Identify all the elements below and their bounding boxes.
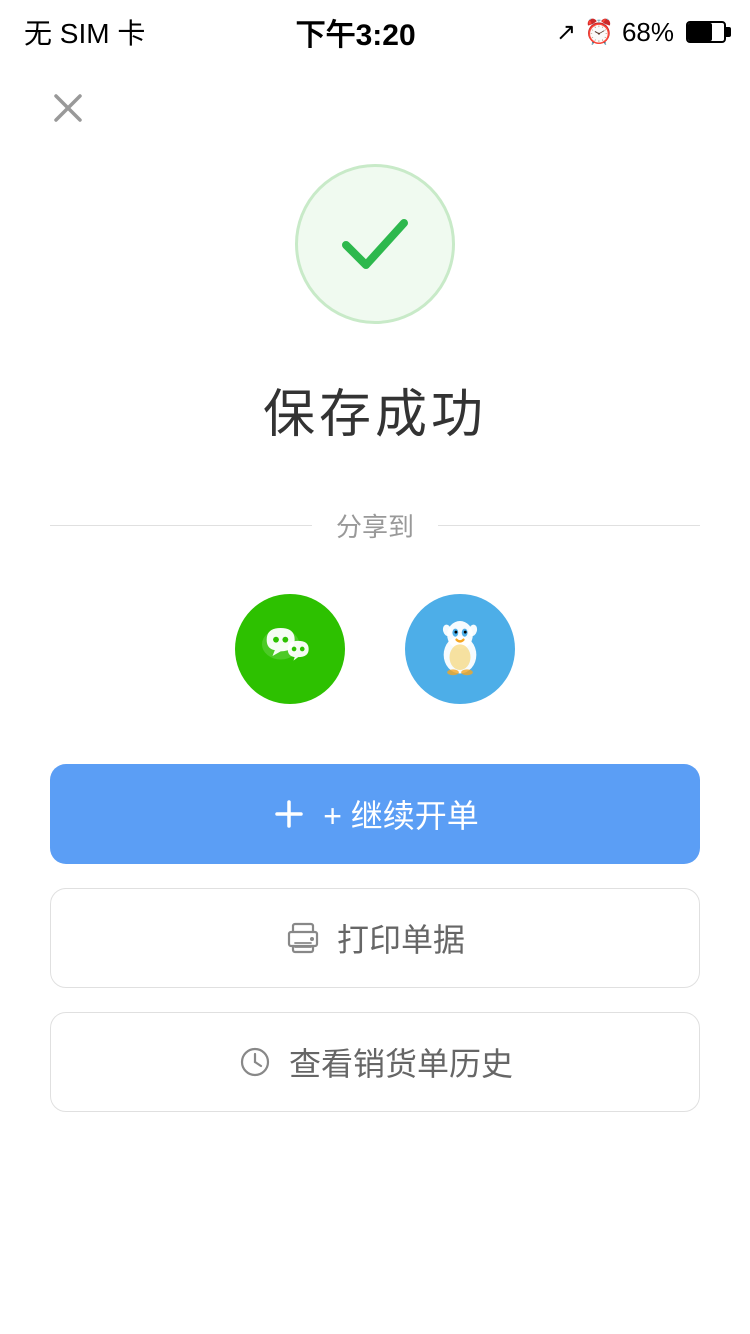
success-title: 保存成功 bbox=[263, 372, 487, 447]
wechat-icon bbox=[255, 614, 325, 684]
continue-order-label: + 继续开单 bbox=[323, 791, 479, 837]
share-section: 分享到 bbox=[0, 507, 750, 704]
wechat-share-button[interactable] bbox=[235, 594, 345, 704]
battery-label: 68% bbox=[622, 17, 674, 48]
print-label: 打印单据 bbox=[337, 915, 465, 961]
view-history-button[interactable]: 查看销货单历史 bbox=[50, 1012, 700, 1112]
plus-icon bbox=[271, 796, 307, 832]
close-button[interactable] bbox=[40, 80, 96, 136]
print-button[interactable]: 打印单据 bbox=[50, 888, 700, 988]
continue-order-button[interactable]: + 继续开单 bbox=[50, 764, 700, 864]
history-icon bbox=[237, 1044, 273, 1080]
status-right: ↗ ⏰ 68% bbox=[556, 17, 726, 48]
share-divider-text: 分享到 bbox=[312, 507, 438, 544]
success-icon-circle bbox=[295, 164, 455, 324]
sim-label: 无 SIM 卡 bbox=[24, 12, 145, 52]
status-bar: 无 SIM 卡 下午3:20 ↗ ⏰ 68% bbox=[0, 0, 750, 64]
status-left: 无 SIM 卡 bbox=[24, 12, 155, 52]
location-icon: ↗ bbox=[556, 18, 576, 47]
share-divider: 分享到 bbox=[50, 507, 700, 544]
checkmark-icon bbox=[330, 199, 420, 289]
main-content: 保存成功 分享到 bbox=[0, 64, 750, 1112]
print-icon bbox=[285, 920, 321, 956]
alarm-icon: ⏰ bbox=[584, 18, 614, 47]
qq-share-button[interactable] bbox=[405, 594, 515, 704]
share-icons bbox=[50, 594, 700, 704]
qq-icon bbox=[425, 614, 495, 684]
history-label: 查看销货单历史 bbox=[289, 1039, 513, 1085]
battery-icon bbox=[686, 21, 726, 43]
actions: + 继续开单 打印单据 查看销货单历史 bbox=[0, 764, 750, 1112]
status-time: 下午3:20 bbox=[296, 10, 416, 54]
